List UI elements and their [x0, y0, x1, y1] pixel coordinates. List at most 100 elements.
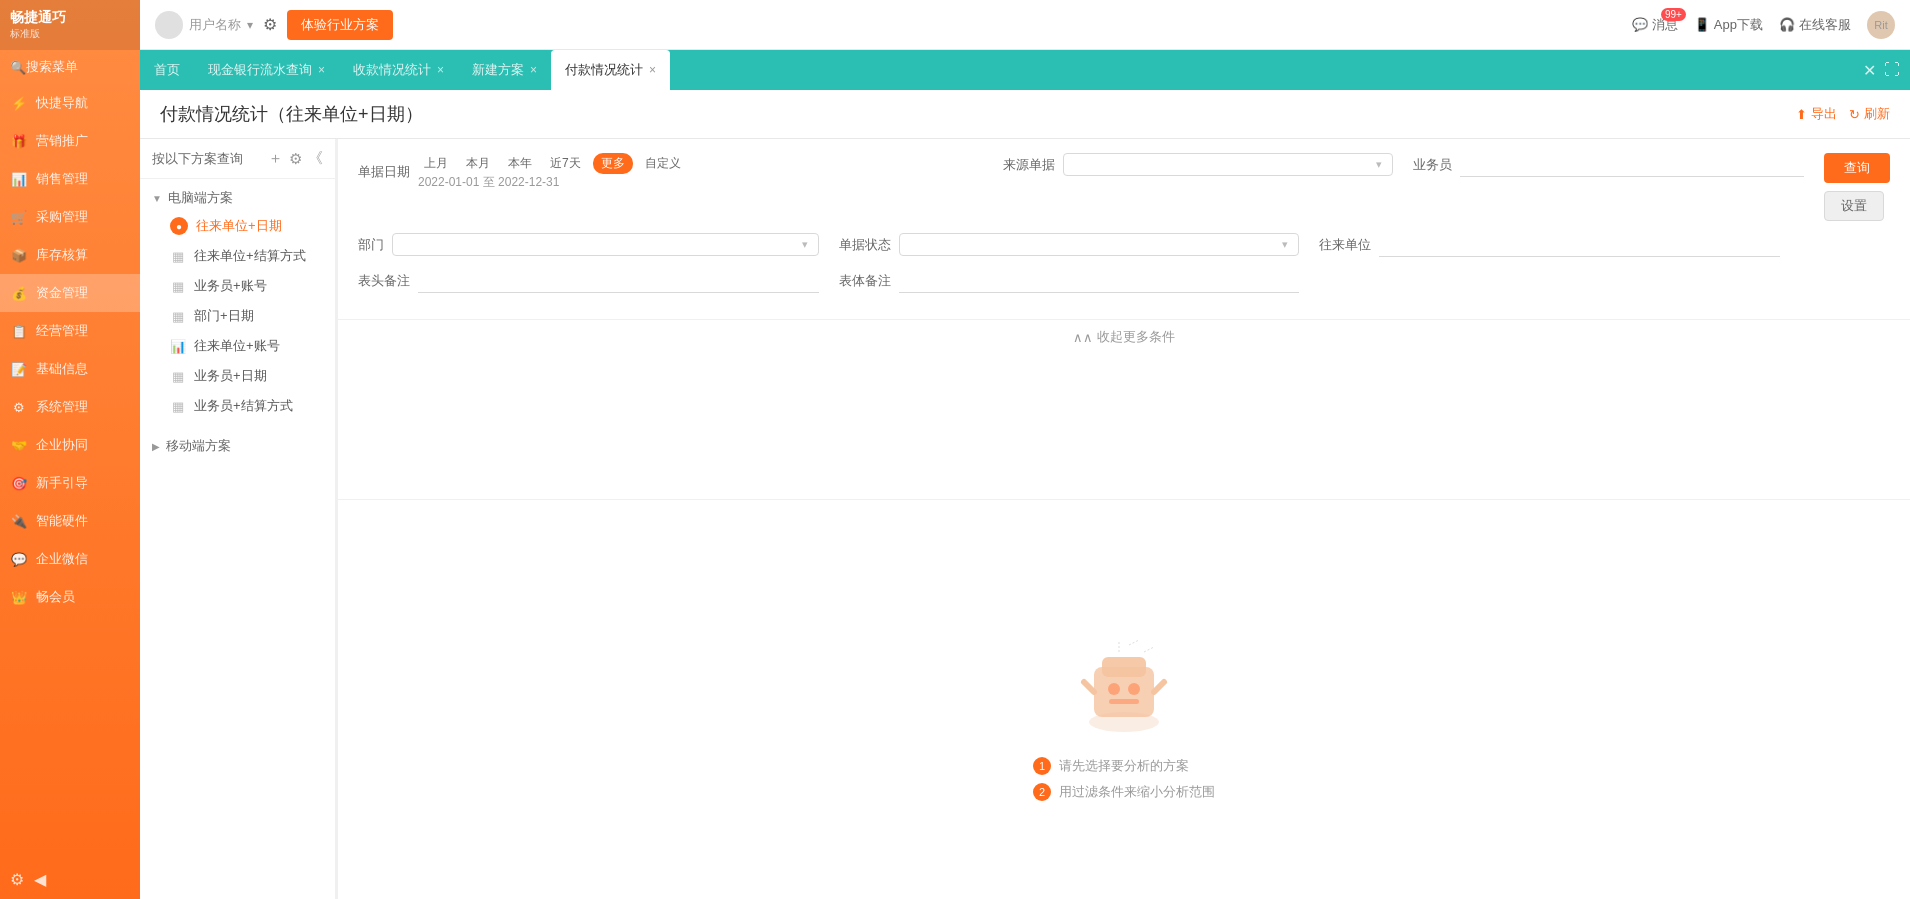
empty-tip-1: 1 请先选择要分析的方案	[1033, 757, 1215, 775]
tab-new-scheme[interactable]: 新建方案 ×	[458, 50, 551, 90]
sidebar-item-basic-info[interactable]: 📝 基础信息	[0, 350, 140, 388]
scheme-item-staff-settle[interactable]: ▦ 业务员+结算方式	[140, 391, 335, 421]
dept-control[interactable]: ▾	[392, 233, 819, 256]
header-note-label: 表头备注	[358, 272, 410, 290]
tab-receipt-stats[interactable]: 收款情况统计 ×	[339, 50, 458, 90]
sales-icon: 📊	[10, 170, 28, 188]
doc-status-arrow-icon: ▾	[1282, 238, 1288, 251]
sidebar-item-marketing[interactable]: 🎁 营销推广	[0, 122, 140, 160]
header-note-control	[418, 269, 819, 293]
customer-service-label: 在线客服	[1799, 16, 1851, 34]
scheme-item-unit-date[interactable]: ● 往来单位+日期	[140, 211, 335, 241]
scheme-item-dept-date[interactable]: ▦ 部门+日期	[140, 301, 335, 331]
dropdown-icon: ▾	[247, 18, 253, 32]
sidebar-logo: 畅捷通巧 标准版	[0, 0, 140, 50]
settings-button[interactable]: 设置	[1824, 191, 1884, 221]
collapse-conditions-button[interactable]: ∧∧ 收起更多条件	[338, 319, 1910, 354]
preset-this-year[interactable]: 本年	[502, 153, 538, 174]
desktop-scheme-section-title[interactable]: ▼ 电脑端方案	[140, 185, 335, 211]
sidebar-item-hardware[interactable]: 🔌 智能硬件	[0, 502, 140, 540]
tab-bank-flow[interactable]: 现金银行流水查询 ×	[194, 50, 339, 90]
export-label: 导出	[1811, 105, 1837, 123]
sidebar-item-wechat[interactable]: 💬 企业微信	[0, 540, 140, 578]
tab-bank-flow-close[interactable]: ×	[318, 63, 325, 77]
sidebar-item-label: 资金管理	[36, 284, 88, 302]
scheme-active-icon: ●	[170, 217, 188, 235]
tab-payment-stats[interactable]: 付款情况统计 ×	[551, 50, 670, 90]
mobile-scheme-section-title[interactable]: ▶ 移动端方案	[140, 433, 335, 459]
table-icon-1: ▦	[170, 248, 186, 264]
source-doc-control[interactable]: ▾	[1063, 153, 1394, 176]
sidebar-item-tutorial[interactable]: 🎯 新手引导	[0, 464, 140, 502]
tab-payment-stats-close[interactable]: ×	[649, 63, 656, 77]
tab-close-all-button[interactable]: ✕	[1863, 61, 1876, 80]
sidebar-item-purchase[interactable]: 🛒 采购管理	[0, 198, 140, 236]
sidebar-item-label: 营销推广	[36, 132, 88, 150]
scheme-item-staff-date[interactable]: ▦ 业务员+日期	[140, 361, 335, 391]
tab-receipt-stats-close[interactable]: ×	[437, 63, 444, 77]
tab-fullscreen-button[interactable]: ⛶	[1884, 61, 1900, 79]
scheme-item-unit-account[interactable]: 📊 往来单位+账号	[140, 331, 335, 361]
settings-scheme-icon[interactable]: ⚙	[289, 150, 302, 168]
scheme-item-unit-settle[interactable]: ▦ 往来单位+结算方式	[140, 241, 335, 271]
empty-tip-2-text: 用过滤条件来缩小分析范围	[1059, 783, 1215, 801]
topbar-settings-icon[interactable]: ⚙	[263, 15, 277, 34]
notification-button[interactable]: 💬 消息 99+	[1632, 16, 1678, 34]
sidebar-item-search[interactable]: 🔍 搜索菜单	[0, 50, 140, 84]
refresh-button[interactable]: ↻ 刷新	[1849, 105, 1890, 123]
sidebar-settings-icon[interactable]: ⚙	[10, 870, 24, 889]
sidebar-collapse-icon[interactable]: ◀	[34, 870, 46, 889]
app-download-button[interactable]: 📱 App下载	[1694, 16, 1763, 34]
preset-more[interactable]: 更多	[593, 153, 633, 174]
preset-this-month[interactable]: 本月	[460, 153, 496, 174]
preset-7days[interactable]: 近7天	[544, 153, 587, 174]
topbar-profile[interactable]: 用户名称 ▾	[155, 11, 253, 39]
desktop-scheme-label: 电脑端方案	[168, 189, 233, 207]
customer-service-button[interactable]: 🎧 在线客服	[1779, 16, 1851, 34]
date-range-text: 2022-01-01 至 2022-12-31	[418, 174, 983, 191]
page-title: 付款情况统计（往来单位+日期）	[160, 102, 423, 126]
sidebar-search-label: 搜索菜单	[26, 58, 78, 76]
staff-input[interactable]	[1460, 153, 1804, 177]
sidebar-item-member[interactable]: 👑 畅会员	[0, 578, 140, 616]
doc-status-select[interactable]: ▾	[899, 233, 1300, 256]
tab-new-scheme-close[interactable]: ×	[530, 63, 537, 77]
page-header: 付款情况统计（往来单位+日期） ⬆ 导出 ↻ 刷新	[140, 90, 1910, 139]
partner-input[interactable]	[1379, 233, 1780, 257]
query-button[interactable]: 查询	[1824, 153, 1890, 183]
export-button[interactable]: ⬆ 导出	[1796, 105, 1837, 123]
mobile-scheme-label: 移动端方案	[166, 437, 231, 455]
scheme-panel-header: 按以下方案查询 ＋ ⚙ 《	[140, 139, 335, 179]
add-scheme-icon[interactable]: ＋	[268, 149, 283, 168]
trial-button[interactable]: 体验行业方案	[287, 10, 393, 40]
tab-home[interactable]: 首页	[140, 50, 194, 90]
dept-select[interactable]: ▾	[392, 233, 819, 256]
filter-area: 单据日期 上月 本月 本年 近7天 更多 自定义 20	[338, 139, 1910, 499]
sidebar-item-sales[interactable]: 📊 销售管理	[0, 160, 140, 198]
tabs-right-actions: ✕ ⛶	[1863, 61, 1910, 80]
filter-row-2: 部门 ▾ 单据状态	[358, 233, 1890, 257]
scheme-item-unit-settle-label: 往来单位+结算方式	[194, 247, 306, 265]
search-icon: 🔍	[10, 60, 26, 75]
svg-line-7	[1154, 682, 1164, 692]
svg-rect-2	[1102, 657, 1146, 677]
preset-last-month[interactable]: 上月	[418, 153, 454, 174]
collapse-scheme-icon[interactable]: 《	[308, 149, 323, 168]
preset-custom[interactable]: 自定义	[639, 153, 687, 174]
doc-status-control[interactable]: ▾	[899, 233, 1300, 256]
empty-tip-2: 2 用过滤条件来缩小分析范围	[1033, 783, 1215, 801]
source-doc-select[interactable]: ▾	[1063, 153, 1394, 176]
table-icon-5: ▦	[170, 398, 186, 414]
scheme-item-staff-account[interactable]: ▦ 业务员+账号	[140, 271, 335, 301]
tab-new-scheme-label: 新建方案	[472, 61, 524, 79]
sidebar-item-enterprise[interactable]: 🤝 企业协同	[0, 426, 140, 464]
sidebar-item-system[interactable]: ⚙ 系统管理	[0, 388, 140, 426]
body-note-input[interactable]	[899, 269, 1300, 293]
sidebar-item-operations[interactable]: 📋 经营管理	[0, 312, 140, 350]
sidebar-item-inventory[interactable]: 📦 库存核算	[0, 236, 140, 274]
header-note-input[interactable]	[418, 269, 819, 293]
user-avatar[interactable]: Rit	[1867, 11, 1895, 39]
mobile-arrow-icon: ▶	[152, 441, 160, 452]
sidebar-item-finance[interactable]: 💰 资金管理	[0, 274, 140, 312]
sidebar-item-quick-nav[interactable]: ⚡ 快捷导航	[0, 84, 140, 122]
